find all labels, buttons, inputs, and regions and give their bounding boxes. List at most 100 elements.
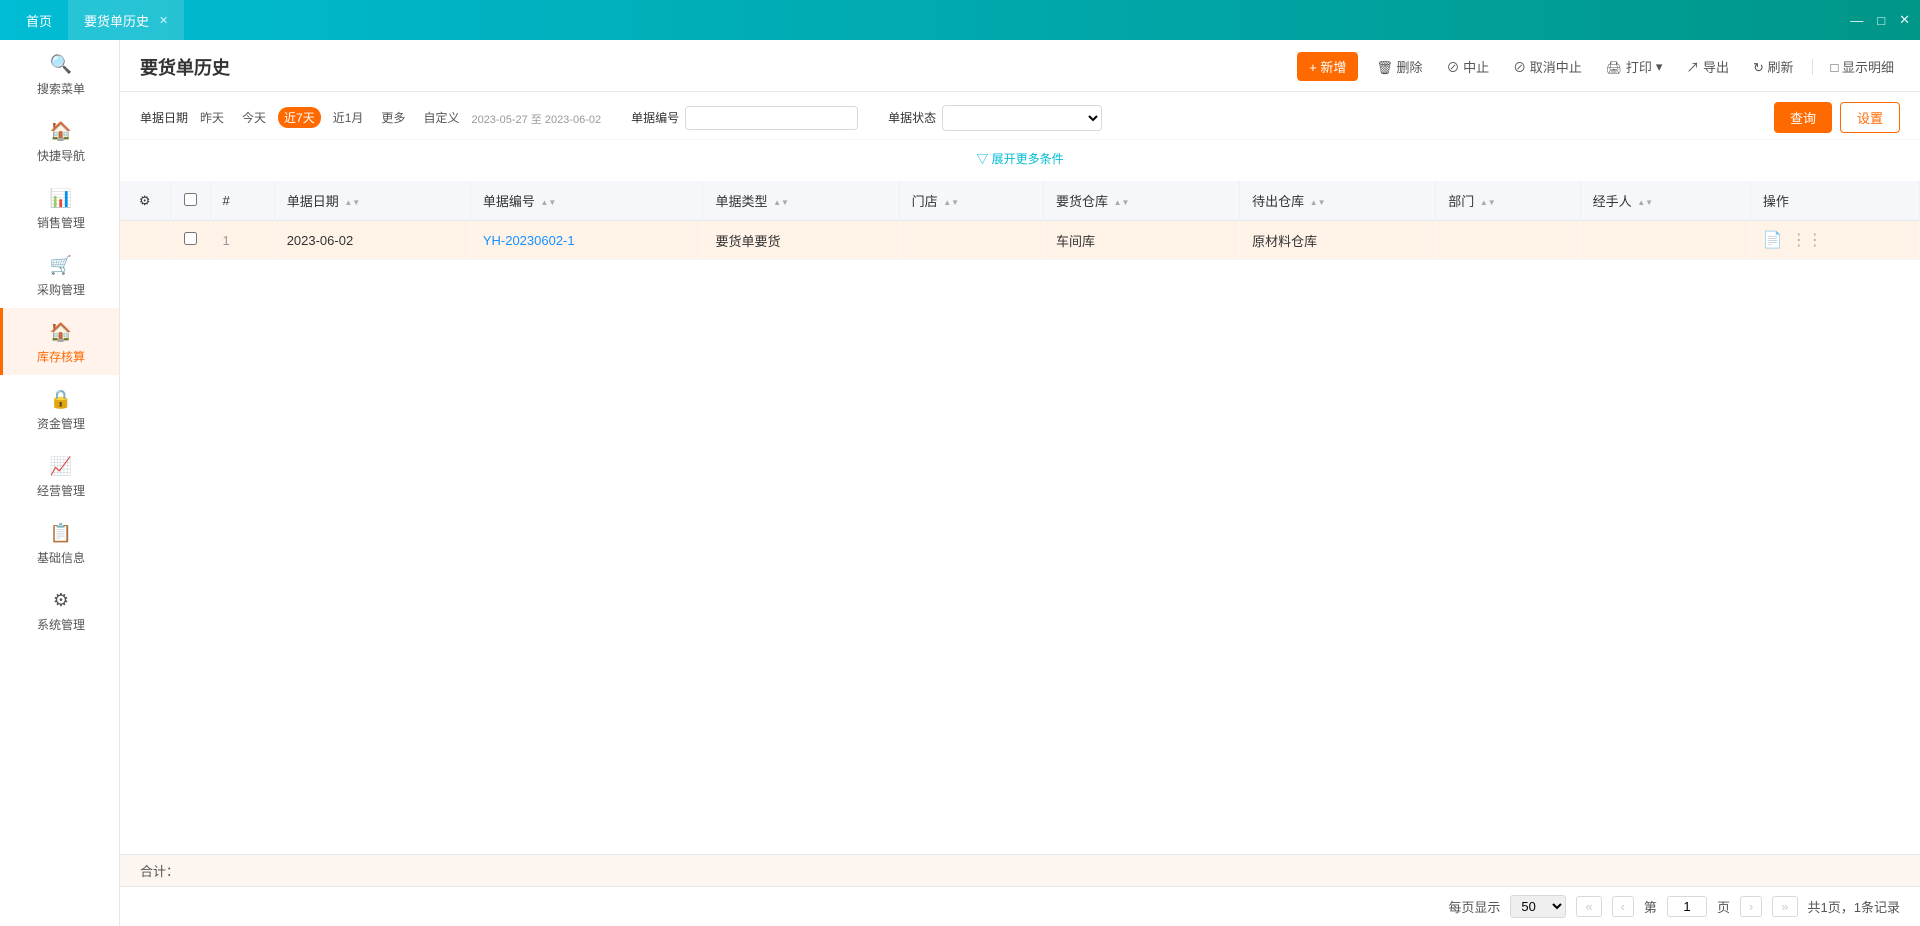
date-filter-label: 单据日期 — [140, 109, 188, 126]
filter-more[interactable]: 更多 — [375, 107, 411, 128]
row-checkbox-cell — [170, 221, 210, 260]
display-detail-label: □ 显示明细 — [1831, 57, 1894, 76]
col-handler: 经手人 ▲▼ — [1580, 181, 1750, 221]
cancel-stop-button-label: ⊘ 取消中止 — [1513, 57, 1582, 76]
filter-recent7[interactable]: 近7天 — [278, 107, 321, 128]
tab-requisition-history[interactable]: 要货单历史 ✕ — [68, 0, 184, 40]
window-maximize[interactable]: □ — [1877, 13, 1885, 28]
row-edit-icon[interactable]: 📄 — [1763, 230, 1783, 250]
filter-month[interactable]: 近1月 — [327, 107, 370, 128]
filter-yesterday[interactable]: 昨天 — [194, 107, 230, 128]
sidebar-inventory-label: 库存核算 — [37, 348, 85, 365]
select-all-checkbox[interactable] — [184, 193, 197, 206]
order-no-link[interactable]: YH-20230602-1 — [483, 233, 575, 248]
toolbar-divider — [1812, 59, 1813, 75]
new-button[interactable]: + 新增 — [1297, 52, 1358, 81]
row-action-icons: 📄 ⋮⋮ — [1763, 230, 1907, 250]
delete-button-label: 🗑 删除 — [1376, 57, 1422, 76]
row-settings — [120, 221, 170, 260]
row-date: 2023-06-02 — [274, 221, 470, 260]
col-req-warehouse-sort[interactable]: ▲▼ — [1114, 198, 1130, 207]
table-row: 1 2023-06-02 YH-20230602-1 要货单要货 车间库 原材料… — [120, 221, 1920, 260]
cancel-stop-button[interactable]: ⊘ 取消中止 — [1507, 53, 1588, 80]
filter-date-range: 2023-05-27 至 2023-06-02 — [471, 111, 601, 127]
row-checkbox[interactable] — [184, 232, 197, 245]
first-page-btn[interactable]: « — [1576, 896, 1601, 917]
sidebar-item-quick-nav[interactable]: 🏠 快捷导航 — [0, 107, 119, 174]
status-label: 单据状态 — [888, 109, 936, 126]
window-close[interactable]: ✕ — [1899, 12, 1910, 28]
col-handler-label: 经手人 — [1593, 194, 1632, 209]
sidebar-item-search-menu[interactable]: 🔍 搜索菜单 — [0, 40, 119, 107]
expand-more-btn[interactable]: ▽ 展开更多条件 — [976, 144, 1063, 173]
sidebar-item-system[interactable]: ⚙ 系统管理 — [0, 576, 119, 643]
filter-today[interactable]: 今天 — [236, 107, 272, 128]
col-handler-sort[interactable]: ▲▼ — [1637, 198, 1653, 207]
col-date: 单据日期 ▲▼ — [274, 181, 470, 221]
display-detail-button[interactable]: □ 显示明细 — [1825, 53, 1900, 80]
base-info-icon: 📋 — [50, 523, 72, 544]
tab-home-label: 首页 — [26, 11, 52, 30]
tab-close-icon[interactable]: ✕ — [159, 14, 168, 27]
col-store-sort[interactable]: ▲▼ — [943, 198, 959, 207]
export-button[interactable]: ↗ 导出 — [1680, 53, 1735, 80]
row-more-icon[interactable]: ⋮⋮ — [1791, 230, 1823, 250]
top-bar: 首页 要货单历史 ✕ — □ ✕ — [0, 0, 1920, 40]
col-department-sort[interactable]: ▲▼ — [1480, 198, 1496, 207]
total-info: 共1页，1条记录 — [1808, 897, 1900, 916]
col-store: 门店 ▲▼ — [899, 181, 1043, 221]
settings-button[interactable]: 设置 — [1840, 102, 1900, 133]
col-order-no-sort[interactable]: ▲▼ — [540, 198, 556, 207]
delete-button[interactable]: 🗑 删除 — [1370, 53, 1428, 80]
stop-button[interactable]: ⊘ 中止 — [1440, 53, 1495, 80]
tab-requisition-label: 要货单历史 — [84, 11, 149, 30]
col-type-sort[interactable]: ▲▼ — [773, 198, 789, 207]
page-input[interactable] — [1667, 896, 1707, 917]
col-department: 部门 ▲▼ — [1436, 181, 1580, 221]
expand-more-row: ▽ 展开更多条件 — [120, 139, 1920, 181]
row-pending-warehouse: 原材料仓库 — [1240, 221, 1436, 260]
sidebar-quick-nav-label: 快捷导航 — [37, 147, 85, 164]
query-button[interactable]: 查询 — [1774, 102, 1832, 133]
filter-custom[interactable]: 自定义 — [417, 107, 465, 128]
prev-page-btn[interactable]: ‹ — [1612, 896, 1634, 917]
row-type: 要货单要货 — [703, 221, 899, 260]
col-pending-warehouse-sort[interactable]: ▲▼ — [1310, 198, 1326, 207]
order-no-filter-group: 单据编号 — [631, 106, 858, 130]
col-date-label: 单据日期 — [287, 194, 339, 209]
date-filter-group: 单据日期 昨天 今天 近7天 近1月 更多 自定义 2023-05-27 至 2… — [140, 107, 601, 128]
col-settings: ⚙ — [120, 181, 170, 221]
tab-home[interactable]: 首页 — [10, 0, 68, 40]
quick-nav-icon: 🏠 — [50, 121, 72, 142]
filter-section: 单据日期 昨天 今天 近7天 近1月 更多 自定义 2023-05-27 至 2… — [120, 92, 1920, 181]
window-minimize[interactable]: — — [1850, 13, 1863, 28]
sidebar-purchase-label: 采购管理 — [37, 281, 85, 298]
sidebar-search-menu-label: 搜索菜单 — [37, 80, 85, 97]
per-page-select[interactable]: 50 100 200 — [1510, 895, 1566, 918]
col-pending-warehouse: 待出仓库 ▲▼ — [1240, 181, 1436, 221]
sidebar-item-purchase[interactable]: 🛒 采购管理 — [0, 241, 119, 308]
settings-gear-icon[interactable]: ⚙ — [139, 193, 151, 208]
print-button[interactable]: 🖨 打印 ▾ — [1600, 53, 1669, 80]
per-page-label: 每页显示 — [1448, 897, 1500, 916]
row-order-no: YH-20230602-1 — [470, 221, 703, 260]
refresh-button-label: ↻ 刷新 — [1753, 57, 1794, 76]
sidebar-item-operations[interactable]: 📈 经营管理 — [0, 442, 119, 509]
sidebar-item-base-info[interactable]: 📋 基础信息 — [0, 509, 119, 576]
page-word: 第 — [1644, 897, 1657, 916]
export-button-label: ↗ 导出 — [1686, 57, 1729, 76]
inventory-icon: 🏠 — [50, 322, 72, 343]
col-date-sort[interactable]: ▲▼ — [344, 198, 360, 207]
next-page-btn[interactable]: › — [1740, 896, 1762, 917]
sidebar-item-sales[interactable]: 📊 销售管理 — [0, 174, 119, 241]
order-no-input[interactable] — [685, 106, 858, 130]
status-filter-group: 单据状态 — [888, 105, 1102, 131]
sidebar-item-inventory[interactable]: 🏠 库存核算 — [0, 308, 119, 375]
sidebar-item-finance[interactable]: 🔒 资金管理 — [0, 375, 119, 442]
refresh-button[interactable]: ↻ 刷新 — [1747, 53, 1800, 80]
page-title: 要货单历史 — [140, 54, 230, 80]
row-store — [899, 221, 1043, 260]
print-button-label: 🖨 打印 — [1606, 57, 1652, 76]
status-select[interactable] — [942, 105, 1102, 131]
last-page-btn[interactable]: » — [1772, 896, 1797, 917]
